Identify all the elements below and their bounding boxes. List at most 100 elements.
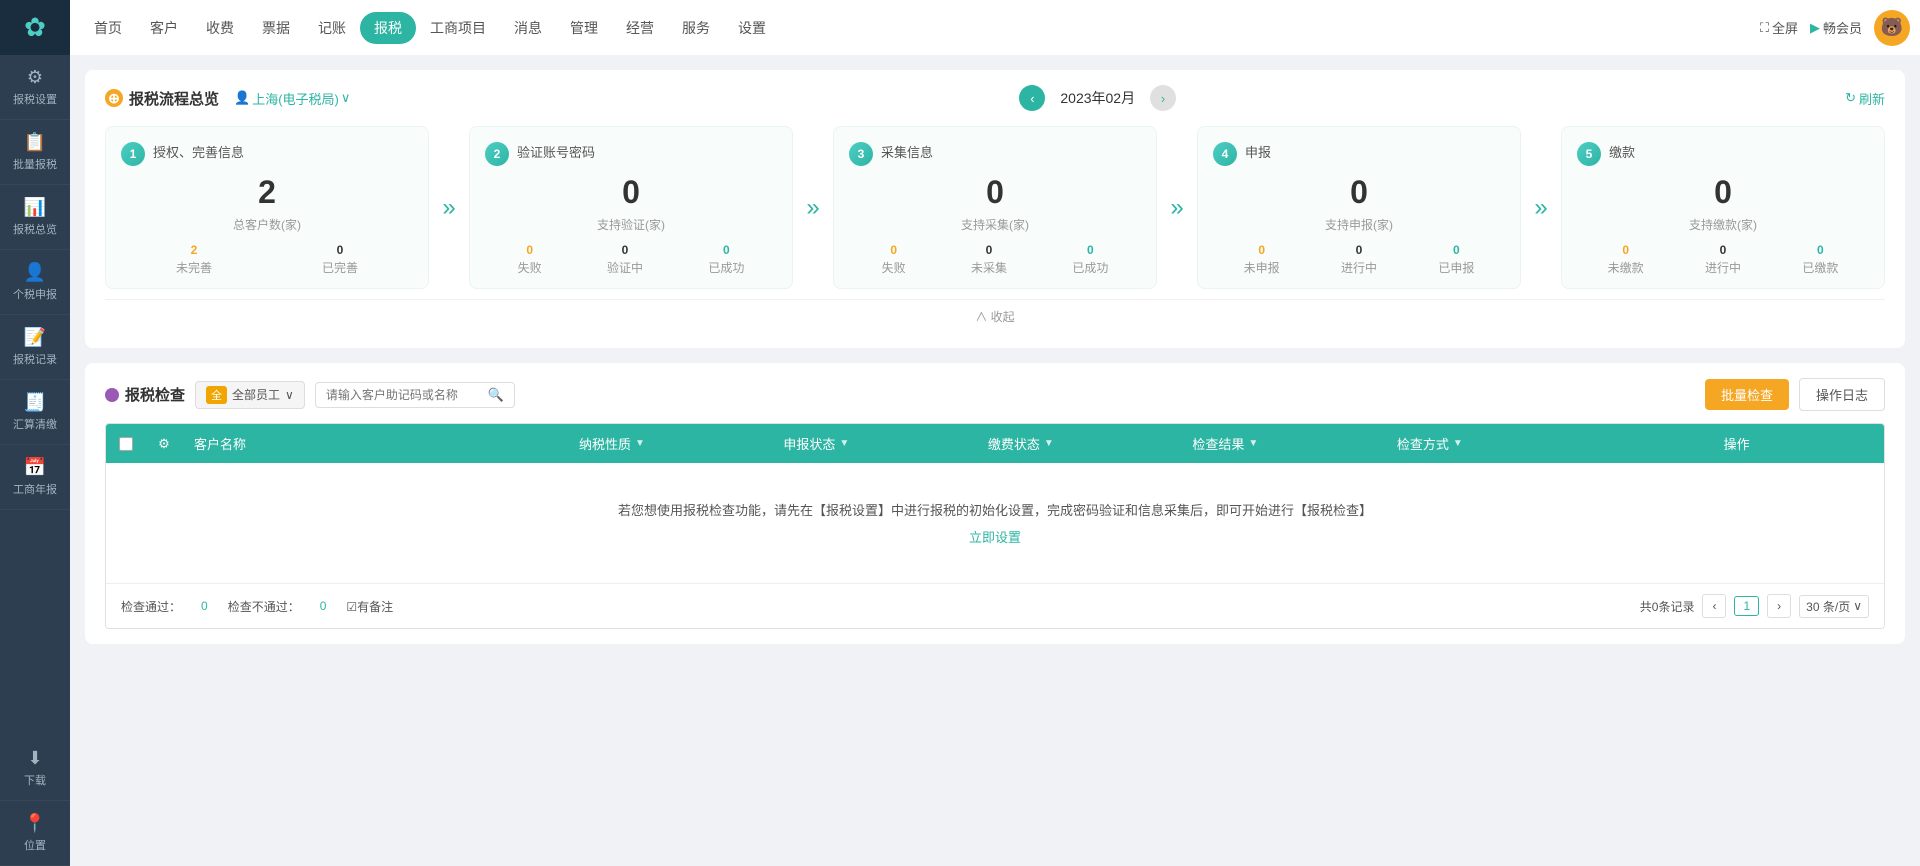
arrow-4: »: [1521, 126, 1561, 289]
arrow-1: »: [429, 126, 469, 289]
step5-label: 缴款: [1609, 142, 1635, 161]
app-logo: ✿: [0, 0, 70, 55]
nav-manage[interactable]: 管理: [556, 12, 612, 44]
fullscreen-button[interactable]: ⛶ 全屏: [1760, 18, 1798, 37]
batch-check-button[interactable]: 批量检查: [1705, 379, 1789, 410]
employee-filter[interactable]: 全 全部员工 ∨: [195, 381, 305, 409]
sidebar-label-annual-settlement: 汇算清缴: [13, 416, 57, 432]
refresh-button[interactable]: ↻ 刷新: [1845, 89, 1885, 108]
nav-message[interactable]: 消息: [500, 12, 556, 44]
nav-billing[interactable]: 收费: [192, 12, 248, 44]
total-records: 共0条记录: [1640, 598, 1695, 615]
search-input[interactable]: [326, 388, 483, 402]
step2-stat-3: 0 已成功: [708, 243, 744, 276]
vip-button[interactable]: ▶ 畅会员: [1810, 18, 1862, 37]
nav-customer[interactable]: 客户: [136, 12, 192, 44]
search-box[interactable]: 🔍: [315, 382, 515, 408]
step2-val3: 0: [723, 243, 730, 257]
nav-tax[interactable]: 报税: [360, 12, 416, 44]
prev-page-button[interactable]: ‹: [1702, 594, 1726, 618]
step4-stats: 0 未申报 0 进行中 0 已申报: [1213, 243, 1505, 276]
refresh-icon: ↻: [1845, 90, 1856, 106]
sidebar-item-tax-settings[interactable]: ⚙ 报税设置: [0, 55, 70, 120]
op-log-button[interactable]: 操作日志: [1799, 378, 1885, 411]
nav-home[interactable]: 首页: [80, 12, 136, 44]
sidebar-item-download[interactable]: ⬇ 下载: [0, 736, 70, 801]
vip-label: 畅会员: [1823, 18, 1862, 37]
content-area: ⊕ 报税流程总览 👤 上海(电子税局) ∨ ‹ 2023年02月 › ↻ 刷新: [70, 55, 1920, 866]
filter-icon-method[interactable]: ▼: [1453, 438, 1463, 449]
setup-link[interactable]: 立即设置: [969, 527, 1021, 546]
nav-business[interactable]: 工商项目: [416, 12, 500, 44]
filter-icon-declare[interactable]: ▼: [839, 438, 849, 449]
step4-label: 申报: [1245, 142, 1271, 161]
fail-count[interactable]: 0: [320, 599, 327, 613]
flow-card-header: ⊕ 报税流程总览 👤 上海(电子税局) ∨ ‹ 2023年02月 › ↻ 刷新: [105, 85, 1885, 111]
next-page-button[interactable]: ›: [1767, 594, 1791, 618]
sidebar-item-tax-records[interactable]: 📝 报税记录: [0, 315, 70, 380]
sidebar-item-annual-report[interactable]: 📅 工商年报: [0, 445, 70, 510]
filter-label: 全部员工: [232, 386, 280, 403]
arrow-2: »: [793, 126, 833, 289]
sidebar-label-tax-records: 报税记录: [13, 351, 57, 367]
step4-val3: 0: [1453, 243, 1460, 257]
header-checkbox[interactable]: [119, 437, 133, 451]
th-tax-type: 纳税性质 ▼: [567, 424, 771, 463]
sidebar-item-tax-overview[interactable]: 📊 报税总览: [0, 185, 70, 250]
step1-stat-1: 2 未完善: [176, 243, 212, 276]
nav-invoice[interactable]: 票据: [248, 12, 304, 44]
filter-icon-tax[interactable]: ▼: [635, 438, 645, 449]
sidebar-item-location[interactable]: 📍 位置: [0, 801, 70, 866]
step2-stats: 0 失败 0 验证中 0 已成功: [485, 243, 777, 276]
per-page-selector[interactable]: 30 条/页 ∨: [1799, 595, 1869, 618]
step3-sub: 支持采集(家): [849, 216, 1141, 233]
annual-settlement-icon: 🧾: [24, 392, 46, 413]
step3-header: 3 采集信息: [849, 142, 1141, 166]
step5-stats: 0 未缴款 0 进行中 0 已缴款: [1577, 243, 1869, 276]
location-person-icon: 👤: [234, 90, 250, 106]
step4-lbl1: 未申报: [1244, 259, 1280, 276]
flow-steps: 1 授权、完善信息 2 总客户数(家) 2 未完善 0 已完善: [105, 126, 1885, 289]
step1-stat-2: 0 已完善: [322, 243, 358, 276]
avatar[interactable]: 🐻: [1874, 10, 1910, 46]
filter-icon-pay[interactable]: ▼: [1044, 438, 1054, 449]
step1-num: 1: [121, 142, 145, 166]
collapse-button[interactable]: ∧ 收起: [105, 299, 1885, 333]
step4-sub: 支持申报(家): [1213, 216, 1505, 233]
pass-count[interactable]: 0: [201, 599, 208, 613]
nav-bookkeeping[interactable]: 记账: [304, 12, 360, 44]
step2-label: 验证账号密码: [517, 142, 595, 161]
collapse-label: 收起: [991, 310, 1015, 324]
check-header: 报税检查 全 全部员工 ∨ 🔍 批量检查 操作日志: [105, 378, 1885, 411]
step3-lbl1: 失败: [882, 259, 906, 276]
chevron-down-icon: ∨: [341, 90, 351, 106]
nav-settings[interactable]: 设置: [724, 12, 780, 44]
step4-lbl2: 进行中: [1341, 259, 1377, 276]
next-month-button[interactable]: ›: [1150, 85, 1176, 111]
sidebar-item-batch-tax[interactable]: 📋 批量报税: [0, 120, 70, 185]
flow-step-5: 5 缴款 0 支持缴款(家) 0 未缴款 0 进行中: [1561, 126, 1885, 289]
empty-message: 若您想使用报税检查功能，请先在【报税设置】中进行报税的初始化设置，完成密码验证和…: [618, 500, 1372, 519]
th-gear[interactable]: ⚙: [146, 424, 182, 463]
search-icon[interactable]: 🔍: [488, 387, 504, 403]
flow-location[interactable]: 👤 上海(电子税局) ∨: [234, 89, 350, 108]
note-label: ☑有备注: [346, 598, 393, 615]
sidebar-item-annual-settlement[interactable]: 🧾 汇算清缴: [0, 380, 70, 445]
nav-service[interactable]: 服务: [668, 12, 724, 44]
step2-stat-1: 0 失败: [518, 243, 542, 276]
flow-nav: ‹ 2023年02月 ›: [1019, 85, 1176, 111]
step5-stat-3: 0 已缴款: [1802, 243, 1838, 276]
sidebar-item-personal-tax[interactable]: 👤 个税申报: [0, 250, 70, 315]
nav-operation[interactable]: 经营: [612, 12, 668, 44]
per-page-chevron: ∨: [1853, 599, 1862, 613]
step5-lbl2: 进行中: [1705, 259, 1741, 276]
filter-icon-result[interactable]: ▼: [1248, 438, 1258, 449]
step2-val2: 0: [622, 243, 629, 257]
th-checkbox[interactable]: [106, 424, 146, 463]
step3-lbl2: 未采集: [971, 259, 1007, 276]
step3-stat-3: 0 已成功: [1072, 243, 1108, 276]
table-body-wrapper: 若您想使用报税检查功能，请先在【报税设置】中进行报税的初始化设置，完成密码验证和…: [106, 463, 1884, 583]
step1-header: 1 授权、完善信息: [121, 142, 413, 166]
prev-month-button[interactable]: ‹: [1019, 85, 1045, 111]
step3-label: 采集信息: [881, 142, 933, 161]
